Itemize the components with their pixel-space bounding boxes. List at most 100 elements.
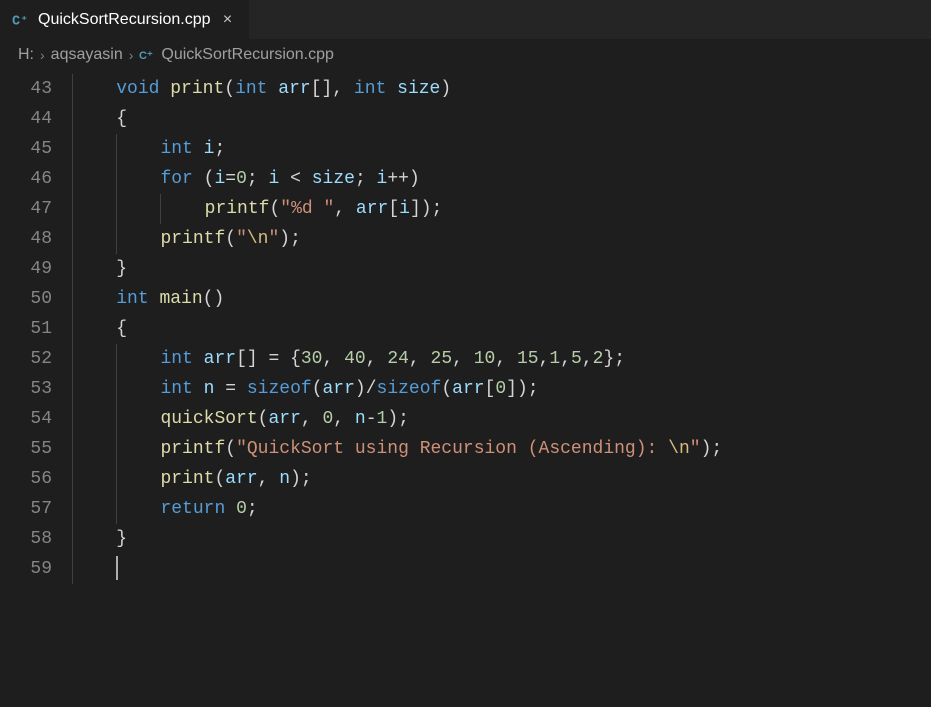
- token: i: [399, 199, 410, 219]
- tab-bar: C⁺ QuickSortRecursion.cpp ×: [0, 0, 931, 40]
- token: [] = {: [236, 349, 301, 369]
- token: i: [269, 169, 280, 189]
- code-line[interactable]: printf("\n");: [72, 224, 931, 254]
- tab-quicksort[interactable]: C⁺ QuickSortRecursion.cpp ×: [0, 0, 250, 39]
- token: ;: [247, 169, 269, 189]
- token: ,: [539, 349, 550, 369]
- token: ,: [301, 409, 323, 429]
- token: printf: [160, 229, 225, 249]
- token: i: [214, 169, 225, 189]
- token: }: [116, 259, 127, 279]
- token: quickSort: [160, 409, 257, 429]
- token: 0: [495, 379, 506, 399]
- code-line[interactable]: printf("QuickSort using Recursion (Ascen…: [72, 434, 931, 464]
- indent-guide: [116, 374, 160, 404]
- indent-guide: [116, 434, 160, 464]
- svg-text:C⁺: C⁺: [139, 50, 153, 62]
- token: int: [160, 349, 192, 369]
- breadcrumb-part-folder[interactable]: aqsayasin: [51, 46, 123, 64]
- token: (: [312, 379, 323, 399]
- text-cursor: [116, 556, 118, 580]
- breadcrumb-part-file[interactable]: QuickSortRecursion.cpp: [161, 46, 334, 64]
- code-line[interactable]: }: [72, 524, 931, 554]
- indent-guide: [72, 344, 116, 374]
- token: [193, 139, 204, 159]
- token: );: [387, 409, 409, 429]
- line-number: 50: [0, 284, 52, 314]
- code-line[interactable]: {: [72, 104, 931, 134]
- code-line[interactable]: int i;: [72, 134, 931, 164]
- code-line[interactable]: void print(int arr[], int size): [72, 74, 931, 104]
- token: );: [279, 229, 301, 249]
- code-line[interactable]: printf("%d ", arr[i]);: [72, 194, 931, 224]
- token: [386, 79, 397, 99]
- token: }: [116, 529, 127, 549]
- indent-guide: [116, 494, 160, 524]
- token: 2: [593, 349, 604, 369]
- token: return: [160, 499, 225, 519]
- token: printf: [160, 439, 225, 459]
- indent-guide: [116, 194, 160, 224]
- token: sizeof: [377, 379, 442, 399]
- code-line[interactable]: return 0;: [72, 494, 931, 524]
- indent-guide: [116, 134, 160, 164]
- indent-guide: [72, 254, 116, 284]
- token: "QuickSort using Recursion (Ascending):: [236, 439, 668, 459]
- tab-label: QuickSortRecursion.cpp: [38, 11, 211, 29]
- token: ,: [452, 349, 474, 369]
- token: ): [409, 169, 420, 189]
- close-icon[interactable]: ×: [219, 11, 237, 29]
- token: int: [160, 379, 192, 399]
- code-area[interactable]: void print(int arr[], int size) { int i;…: [72, 74, 931, 584]
- indent-guide: [116, 404, 160, 434]
- line-number: 51: [0, 314, 52, 344]
- breadcrumb[interactable]: H: › aqsayasin › C⁺ QuickSortRecursion.c…: [0, 40, 931, 70]
- code-line[interactable]: [72, 554, 931, 584]
- line-number: 44: [0, 104, 52, 134]
- token: for: [160, 169, 192, 189]
- token: ": [236, 229, 247, 249]
- token: ]);: [410, 199, 442, 219]
- token: 0: [322, 409, 333, 429]
- token: (): [203, 289, 225, 309]
- line-number: 49: [0, 254, 52, 284]
- token: 30: [301, 349, 323, 369]
- code-line[interactable]: int main(): [72, 284, 931, 314]
- token: (: [258, 409, 269, 429]
- token: printf: [205, 199, 270, 219]
- code-line[interactable]: for (i=0; i < size; i++): [72, 164, 931, 194]
- chevron-right-icon: ›: [129, 47, 134, 63]
- token: (: [224, 79, 235, 99]
- token: arr: [323, 379, 355, 399]
- token: sizeof: [247, 379, 312, 399]
- line-number: 57: [0, 494, 52, 524]
- token: 40: [344, 349, 366, 369]
- indent-guide: [72, 134, 116, 164]
- code-line[interactable]: }: [72, 254, 931, 284]
- token: int: [235, 79, 267, 99]
- token: };: [603, 349, 625, 369]
- token: arr: [452, 379, 484, 399]
- token: ++: [387, 169, 409, 189]
- token: (: [269, 199, 280, 219]
- token: 0: [236, 169, 247, 189]
- line-number: 45: [0, 134, 52, 164]
- token: arr: [356, 199, 388, 219]
- token: )/: [355, 379, 377, 399]
- code-line[interactable]: print(arr, n);: [72, 464, 931, 494]
- token: arr: [278, 79, 310, 99]
- code-editor[interactable]: 4344454647484950515253545556575859 void …: [0, 70, 931, 584]
- token: n: [204, 379, 215, 399]
- line-number: 58: [0, 524, 52, 554]
- token: ,: [333, 409, 355, 429]
- code-line[interactable]: int arr[] = {30, 40, 24, 25, 10, 15,1,5,…: [72, 344, 931, 374]
- cpp-file-icon: C⁺: [139, 47, 155, 63]
- breadcrumb-part-drive[interactable]: H:: [18, 46, 34, 64]
- code-line[interactable]: int n = sizeof(arr)/sizeof(arr[0]);: [72, 374, 931, 404]
- code-line[interactable]: {: [72, 314, 931, 344]
- indent-guide: [72, 374, 116, 404]
- token: i: [377, 169, 388, 189]
- line-number: 48: [0, 224, 52, 254]
- code-line[interactable]: quickSort(arr, 0, n-1);: [72, 404, 931, 434]
- line-number: 43: [0, 74, 52, 104]
